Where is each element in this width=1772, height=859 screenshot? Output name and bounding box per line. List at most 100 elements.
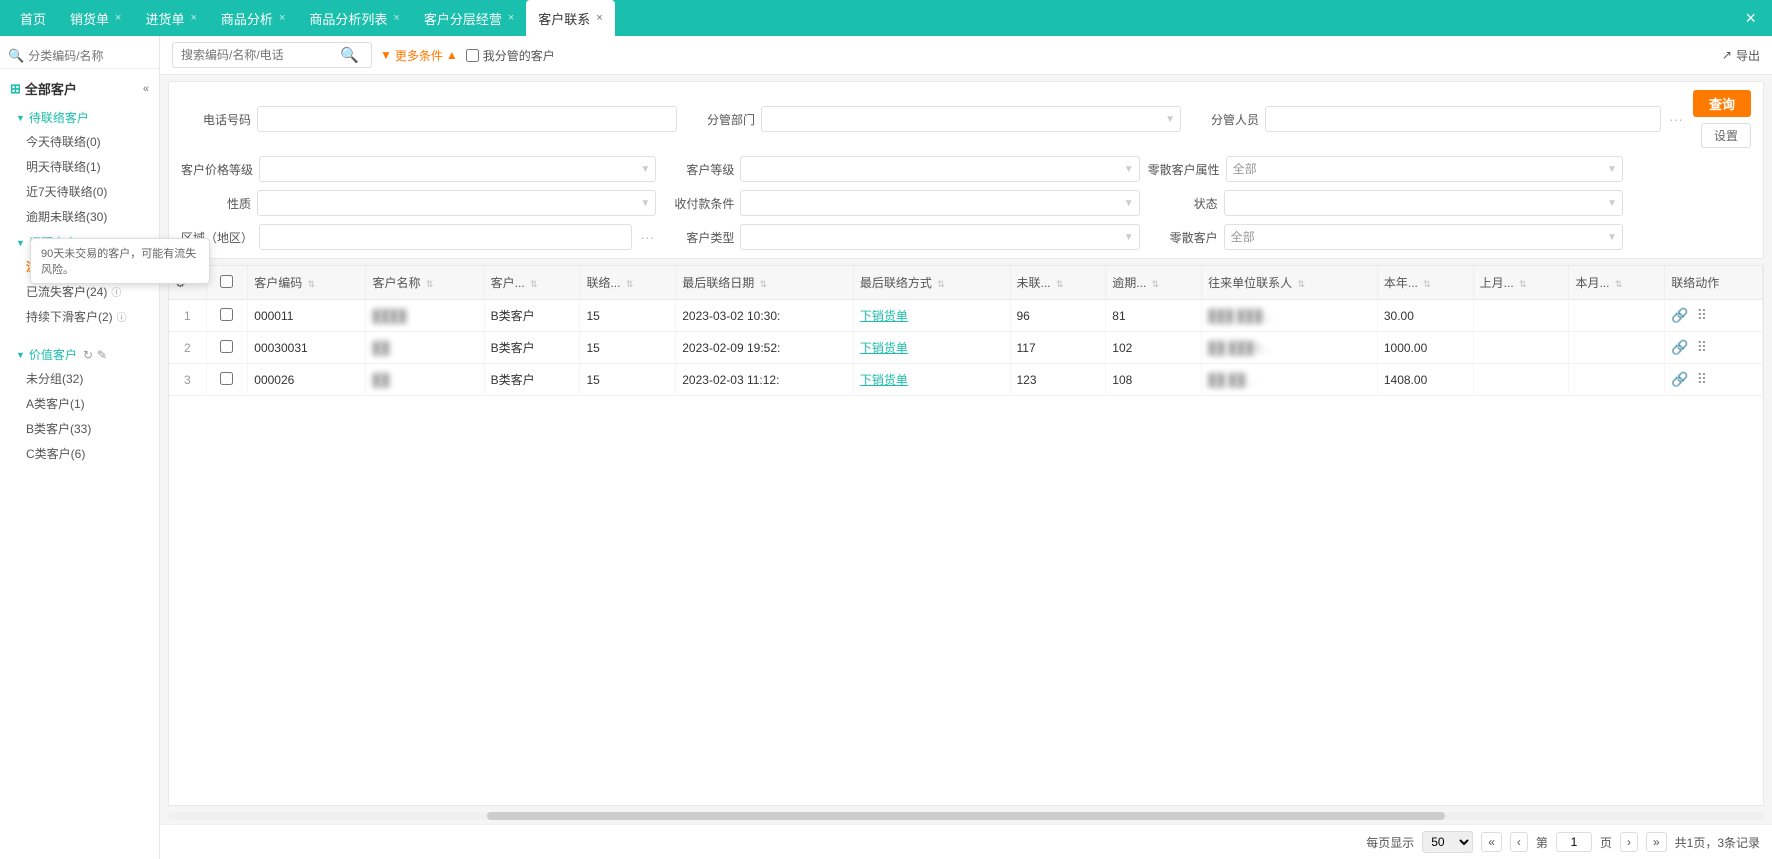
- row-checkbox-1[interactable]: [220, 340, 233, 353]
- nav-sales[interactable]: 销货单 ×: [58, 0, 133, 36]
- filter-manager-input[interactable]: [1265, 106, 1661, 132]
- filter-nature-wrapper: ▼: [257, 190, 656, 216]
- action-more-icon-1[interactable]: ⠿: [1697, 339, 1707, 356]
- filter-dept-select[interactable]: [761, 106, 1181, 132]
- col-overdue[interactable]: 逾期... ⇅: [1106, 266, 1202, 300]
- sidebar-collapse-icon[interactable]: «: [143, 83, 149, 95]
- row-name-1: ██: [366, 332, 484, 364]
- col-type[interactable]: 客户... ⇅: [484, 266, 580, 300]
- row-check-1[interactable]: [206, 332, 248, 364]
- search-button[interactable]: 🔍: [336, 46, 363, 64]
- col-last-date[interactable]: 最后联络日期 ⇅: [676, 266, 854, 300]
- chevron-up-icon: ▲: [446, 48, 458, 62]
- sidebar-item-a-class[interactable]: A类客户(1): [0, 391, 159, 416]
- row-num-0: 1: [169, 300, 206, 332]
- filter-payment-select[interactable]: [740, 190, 1139, 216]
- filter-retail-customer-select[interactable]: 全部: [1224, 224, 1623, 250]
- nav-analysis-list[interactable]: 商品分析列表 ×: [297, 0, 411, 36]
- nav-analysis[interactable]: 商品分析 ×: [209, 0, 297, 36]
- sidebar-item-c-class[interactable]: C类客户(6): [0, 441, 159, 466]
- filter-retail-attr-select[interactable]: 全部: [1226, 156, 1623, 182]
- more-filter-button[interactable]: ▼ 更多条件 ▲: [380, 47, 458, 64]
- nav-home[interactable]: 首页: [8, 0, 58, 36]
- filter-status-select[interactable]: [1224, 190, 1623, 216]
- sidebar-item-tomorrow[interactable]: 明天待联络(1): [0, 154, 159, 179]
- nav-analysis-list-close[interactable]: ×: [393, 12, 399, 24]
- window-close-btn[interactable]: ×: [1737, 8, 1764, 29]
- nav-analysis-close[interactable]: ×: [279, 12, 285, 24]
- nav-customer-layer[interactable]: 客户分层经营 ×: [412, 0, 526, 36]
- first-page-btn[interactable]: «: [1481, 832, 1502, 852]
- next-page-btn[interactable]: ›: [1620, 832, 1638, 852]
- row-checkbox-0[interactable]: [220, 308, 233, 321]
- nav-customer-contact-label: 客户联系: [538, 9, 590, 28]
- sidebar-item-declining[interactable]: 持续下滑客户(2) ⓘ: [0, 304, 159, 329]
- action-more-icon-2[interactable]: ⠿: [1697, 371, 1707, 388]
- col-contact2[interactable]: 往来单位联系人 ⇅: [1202, 266, 1378, 300]
- filter-region-input[interactable]: [259, 224, 632, 250]
- col-this-month[interactable]: 本月... ⇅: [1569, 266, 1665, 300]
- nav-customer-contact-close[interactable]: ×: [596, 12, 602, 24]
- row-last-method-1[interactable]: 下销货单: [853, 332, 1010, 364]
- col-last-month[interactable]: 上月... ⇅: [1473, 266, 1569, 300]
- sidebar-section-value[interactable]: ▼ 价值客户 ↻ ✎: [0, 341, 159, 366]
- per-page-select[interactable]: 50 100 200: [1422, 831, 1473, 853]
- col-contact[interactable]: 联络... ⇅: [580, 266, 676, 300]
- horizontal-scrollbar-thumb[interactable]: [487, 812, 1445, 820]
- sidebar-item-ungroup[interactable]: 未分组(32): [0, 366, 159, 391]
- nav-purchase[interactable]: 进货单 ×: [133, 0, 208, 36]
- value-refresh-icon[interactable]: ↻: [83, 348, 93, 362]
- triangle-icon-problem: ▼: [16, 238, 25, 248]
- action-link-icon-2[interactable]: 🔗: [1671, 371, 1688, 388]
- action-link-icon-0[interactable]: 🔗: [1671, 307, 1688, 324]
- sidebar-section-pending[interactable]: ▼ 待联络客户: [0, 104, 159, 129]
- col-last-method[interactable]: 最后联络方式 ⇅: [853, 266, 1010, 300]
- page-input[interactable]: [1556, 832, 1592, 852]
- filter-price-level-select[interactable]: [259, 156, 656, 182]
- sidebar-search-input[interactable]: [28, 49, 151, 63]
- search-input[interactable]: [181, 48, 336, 62]
- col-code-sort-icon: ⇅: [308, 279, 316, 289]
- row-last-method-2[interactable]: 下销货单: [853, 364, 1010, 396]
- main-layout: 🔍 ⊞ 全部客户 « ▼ 待联络客户 今天待联络(0) 明天待联络(1) 近7天…: [0, 36, 1772, 859]
- row-checkbox-2[interactable]: [220, 372, 233, 385]
- col-this-year[interactable]: 本年... ⇅: [1377, 266, 1473, 300]
- col-checkbox-all[interactable]: [206, 266, 248, 300]
- filter-customer-type-select[interactable]: [740, 224, 1139, 250]
- row-check-0[interactable]: [206, 300, 248, 332]
- filter-region-dots[interactable]: ···: [638, 229, 656, 245]
- sidebar-item-today[interactable]: 今天待联络(0): [0, 129, 159, 154]
- nav-sales-close[interactable]: ×: [115, 12, 121, 24]
- filter-manager-dots[interactable]: ···: [1667, 111, 1685, 127]
- filter-customer-level-select[interactable]: [740, 156, 1139, 182]
- sidebar-all-customers[interactable]: ⊞ 全部客户 «: [0, 73, 159, 104]
- my-customers-checkbox[interactable]: [466, 49, 479, 62]
- row-contact2-2: ██ ██...: [1202, 364, 1378, 396]
- row-check-2[interactable]: [206, 364, 248, 396]
- select-all-checkbox[interactable]: [220, 275, 233, 288]
- filter-phone-input[interactable]: [257, 106, 677, 132]
- row-last-method-0[interactable]: 下销货单: [853, 300, 1010, 332]
- my-customers-checkbox-label[interactable]: 我分管的客户: [466, 47, 555, 64]
- last-page-btn[interactable]: »: [1646, 832, 1667, 852]
- value-edit-icon[interactable]: ✎: [97, 348, 107, 362]
- action-more-icon-0[interactable]: ⠿: [1697, 307, 1707, 324]
- sidebar-item-7days[interactable]: 近7天待联络(0): [0, 179, 159, 204]
- filter-nature-select[interactable]: [257, 190, 656, 216]
- export-button[interactable]: ↗ 导出: [1722, 47, 1760, 64]
- nav-customer-layer-close[interactable]: ×: [508, 12, 514, 24]
- col-uncontacted[interactable]: 未联... ⇅: [1010, 266, 1106, 300]
- col-code[interactable]: 客户编码 ⇅: [248, 266, 366, 300]
- settings-button[interactable]: 设置: [1701, 123, 1751, 148]
- query-button[interactable]: 查询: [1693, 90, 1751, 117]
- col-name[interactable]: 客户名称 ⇅: [366, 266, 484, 300]
- horizontal-scrollbar-track[interactable]: [168, 812, 1764, 820]
- nav-analysis-list-label: 商品分析列表: [309, 9, 387, 28]
- prev-page-btn[interactable]: ‹: [1510, 832, 1528, 852]
- nav-customer-contact[interactable]: 客户联系 ×: [526, 0, 614, 36]
- sidebar-item-overdue[interactable]: 逾期未联络(30): [0, 204, 159, 229]
- sidebar-item-b-class[interactable]: B类客户(33): [0, 416, 159, 441]
- action-link-icon-1[interactable]: 🔗: [1671, 339, 1688, 356]
- nav-purchase-close[interactable]: ×: [190, 12, 196, 24]
- row-contact-2: 15: [580, 364, 676, 396]
